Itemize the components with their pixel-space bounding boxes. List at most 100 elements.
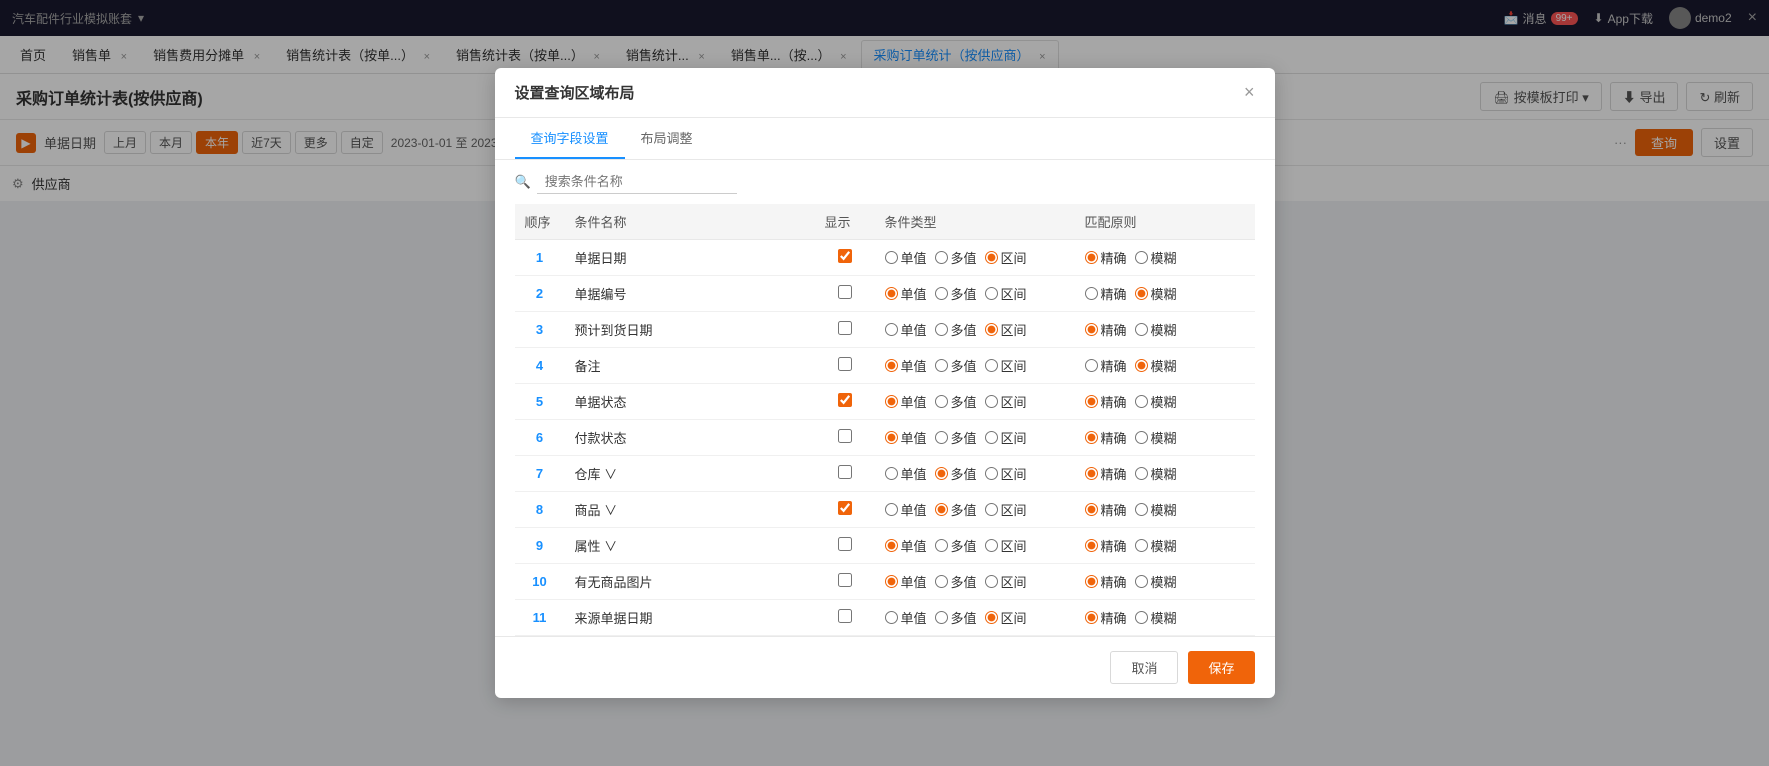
type-single-radio[interactable]: 单值 xyxy=(885,428,927,447)
match-exact-radio[interactable]: 精确 xyxy=(1085,572,1127,591)
match-exact-radio[interactable]: 精确 xyxy=(1085,536,1127,555)
table-row: 2 单据编号 单值 多值 区间 精确 xyxy=(515,276,1255,312)
row-match: 精确 模糊 xyxy=(1075,456,1255,492)
type-single-radio[interactable]: 单值 xyxy=(885,608,927,627)
type-multi-radio[interactable]: 多值 xyxy=(935,536,977,555)
col-header-order: 顺序 xyxy=(515,204,565,240)
match-fuzzy-radio[interactable]: 模糊 xyxy=(1135,248,1177,267)
row-display[interactable] xyxy=(815,528,875,564)
row-display[interactable] xyxy=(815,276,875,312)
type-range-radio[interactable]: 区间 xyxy=(985,428,1027,447)
type-single-radio[interactable]: 单值 xyxy=(885,356,927,375)
match-exact-radio[interactable]: 精确 xyxy=(1085,428,1127,447)
type-single-radio[interactable]: 单值 xyxy=(885,284,927,303)
type-range-radio[interactable]: 区间 xyxy=(985,464,1027,483)
display-checkbox[interactable] xyxy=(838,321,852,335)
row-name: 单据状态 xyxy=(565,384,815,420)
type-multi-radio[interactable]: 多值 xyxy=(935,572,977,591)
modal-table-container: 顺序 条件名称 显示 条件类型 匹配原则 1 单据日期 单值 xyxy=(495,204,1275,636)
match-exact-radio[interactable]: 精确 xyxy=(1085,284,1127,303)
match-fuzzy-radio[interactable]: 模糊 xyxy=(1135,356,1177,375)
display-checkbox[interactable] xyxy=(838,393,852,407)
row-display[interactable] xyxy=(815,348,875,384)
condition-search-input[interactable] xyxy=(537,170,737,194)
match-exact-radio[interactable]: 精确 xyxy=(1085,356,1127,375)
type-multi-radio[interactable]: 多值 xyxy=(935,608,977,627)
modal-tab-query-fields[interactable]: 查询字段设置 xyxy=(515,118,625,159)
row-order: 6 xyxy=(515,420,565,456)
table-row: 9 属性 ∨ 单值 多值 区间 精确 xyxy=(515,528,1255,564)
row-name: 属性 ∨ xyxy=(565,528,815,564)
match-fuzzy-radio[interactable]: 模糊 xyxy=(1135,608,1177,627)
type-single-radio[interactable]: 单值 xyxy=(885,320,927,339)
row-display[interactable] xyxy=(815,600,875,636)
type-single-radio[interactable]: 单值 xyxy=(885,536,927,555)
row-display[interactable] xyxy=(815,384,875,420)
display-checkbox[interactable] xyxy=(838,573,852,587)
modal-tab-layout[interactable]: 布局调整 xyxy=(625,118,709,159)
cancel-button[interactable]: 取消 xyxy=(1110,651,1178,684)
row-display[interactable] xyxy=(815,456,875,492)
row-display[interactable] xyxy=(815,420,875,456)
display-checkbox[interactable] xyxy=(838,285,852,299)
match-exact-radio[interactable]: 精确 xyxy=(1085,500,1127,519)
type-range-radio[interactable]: 区间 xyxy=(985,572,1027,591)
table-row: 11 来源单据日期 单值 多值 区间 精确 xyxy=(515,600,1255,636)
match-fuzzy-radio[interactable]: 模糊 xyxy=(1135,464,1177,483)
col-header-match: 匹配原则 xyxy=(1075,204,1255,240)
display-checkbox[interactable] xyxy=(838,429,852,443)
match-exact-radio[interactable]: 精确 xyxy=(1085,392,1127,411)
type-range-radio[interactable]: 区间 xyxy=(985,320,1027,339)
type-multi-radio[interactable]: 多值 xyxy=(935,356,977,375)
type-range-radio[interactable]: 区间 xyxy=(985,500,1027,519)
type-single-radio[interactable]: 单值 xyxy=(885,392,927,411)
match-exact-radio[interactable]: 精确 xyxy=(1085,248,1127,267)
save-button[interactable]: 保存 xyxy=(1188,651,1254,684)
row-display[interactable] xyxy=(815,240,875,276)
match-exact-radio[interactable]: 精确 xyxy=(1085,320,1127,339)
type-single-radio[interactable]: 单值 xyxy=(885,464,927,483)
type-range-radio[interactable]: 区间 xyxy=(985,536,1027,555)
type-range-radio[interactable]: 区间 xyxy=(985,392,1027,411)
display-checkbox[interactable] xyxy=(838,537,852,551)
match-fuzzy-radio[interactable]: 模糊 xyxy=(1135,284,1177,303)
display-checkbox[interactable] xyxy=(838,465,852,479)
row-display[interactable] xyxy=(815,312,875,348)
type-single-radio[interactable]: 单值 xyxy=(885,572,927,591)
type-multi-radio[interactable]: 多值 xyxy=(935,248,977,267)
match-exact-radio[interactable]: 精确 xyxy=(1085,464,1127,483)
type-range-radio[interactable]: 区间 xyxy=(985,356,1027,375)
type-multi-radio[interactable]: 多值 xyxy=(935,392,977,411)
row-name: 来源单据日期 xyxy=(565,600,815,636)
table-row: 7 仓库 ∨ 单值 多值 区间 精确 xyxy=(515,456,1255,492)
type-multi-radio[interactable]: 多值 xyxy=(935,284,977,303)
match-fuzzy-radio[interactable]: 模糊 xyxy=(1135,572,1177,591)
type-single-radio[interactable]: 单值 xyxy=(885,500,927,519)
row-order: 10 xyxy=(515,564,565,600)
type-range-radio[interactable]: 区间 xyxy=(985,608,1027,627)
type-range-radio[interactable]: 区间 xyxy=(985,284,1027,303)
row-type: 单值 多值 区间 xyxy=(875,420,1075,456)
type-single-radio[interactable]: 单值 xyxy=(885,248,927,267)
row-display[interactable] xyxy=(815,564,875,600)
match-exact-radio[interactable]: 精确 xyxy=(1085,608,1127,627)
display-checkbox[interactable] xyxy=(838,609,852,623)
row-display[interactable] xyxy=(815,492,875,528)
type-multi-radio[interactable]: 多值 xyxy=(935,428,977,447)
modal-close-btn[interactable]: × xyxy=(1244,82,1255,103)
type-multi-radio[interactable]: 多值 xyxy=(935,320,977,339)
row-order: 7 xyxy=(515,456,565,492)
row-type: 单值 多值 区间 xyxy=(875,456,1075,492)
row-type: 单值 多值 区间 xyxy=(875,528,1075,564)
type-multi-radio[interactable]: 多值 xyxy=(935,500,977,519)
display-checkbox[interactable] xyxy=(838,501,852,515)
match-fuzzy-radio[interactable]: 模糊 xyxy=(1135,320,1177,339)
type-range-radio[interactable]: 区间 xyxy=(985,248,1027,267)
match-fuzzy-radio[interactable]: 模糊 xyxy=(1135,500,1177,519)
display-checkbox[interactable] xyxy=(838,357,852,371)
match-fuzzy-radio[interactable]: 模糊 xyxy=(1135,428,1177,447)
display-checkbox[interactable] xyxy=(838,249,852,263)
match-fuzzy-radio[interactable]: 模糊 xyxy=(1135,392,1177,411)
type-multi-radio[interactable]: 多值 xyxy=(935,464,977,483)
match-fuzzy-radio[interactable]: 模糊 xyxy=(1135,536,1177,555)
